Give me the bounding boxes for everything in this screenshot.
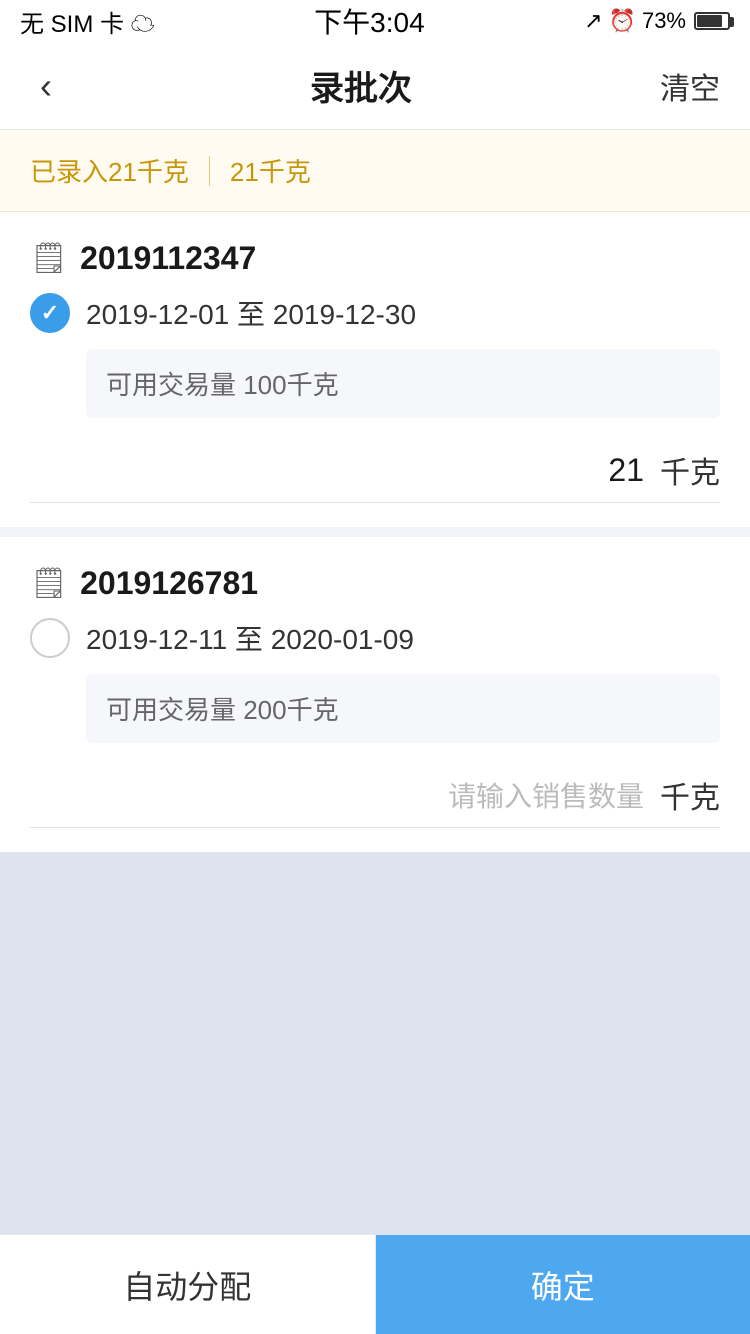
batch-item-1: 🗒 2019112347 2019-12-01 至 2019-12-30 可用交… xyxy=(0,212,750,527)
quantity-input-2[interactable] xyxy=(30,777,644,814)
batch-date-1: 2019-12-01 至 2019-12-30 xyxy=(86,293,416,333)
status-bar: 无 SIM 卡 ☁ 下午3:04 ↗ ⏰ 73% xyxy=(0,0,750,42)
unit-label-1: 千克 xyxy=(660,448,720,492)
clear-button[interactable]: 清空 xyxy=(660,64,720,108)
bottom-bar: 自动分配 确定 xyxy=(0,1234,750,1334)
batch-input-row-2[interactable]: 千克 xyxy=(30,763,720,828)
batch-item-2: 🗒 2019126781 2019-12-11 至 2020-01-09 可用交… xyxy=(0,527,750,852)
no-sim-text: 无 SIM 卡 ☁ xyxy=(20,4,155,39)
batch-header-2: 🗒 2019126781 xyxy=(30,565,720,602)
available-qty-1: 可用交易量 100千克 xyxy=(106,370,339,400)
doc-icon-1: 🗒 xyxy=(30,241,68,276)
batch-date-2: 2019-12-11 至 2020-01-09 xyxy=(86,618,414,658)
batch-id-1: 2019112347 xyxy=(80,240,256,277)
available-qty-2: 可用交易量 200千克 xyxy=(106,695,339,725)
gray-area xyxy=(0,852,750,1234)
location-icon: ↗ xyxy=(584,8,602,34)
back-button[interactable]: ‹ xyxy=(30,55,62,117)
batch-header-1: 🗒 2019112347 xyxy=(30,240,720,277)
status-time: 下午3:04 xyxy=(314,1,425,41)
radio-1[interactable] xyxy=(30,293,70,333)
nav-bar: ‹ 录批次 清空 xyxy=(0,42,750,130)
batch-date-row-2: 2019-12-11 至 2020-01-09 xyxy=(30,618,720,658)
quantity-input-1[interactable] xyxy=(30,452,644,489)
radio-2[interactable] xyxy=(30,618,70,658)
confirm-label: 确定 xyxy=(531,1262,595,1308)
page-title: 录批次 xyxy=(310,61,412,110)
battery-percent: 73% xyxy=(642,8,686,34)
batch-date-row-1: 2019-12-01 至 2019-12-30 xyxy=(30,293,720,333)
banner-divider xyxy=(209,156,210,186)
recorded-value: 21千克 xyxy=(230,152,311,189)
batch-input-row-1[interactable]: 千克 xyxy=(30,438,720,503)
batch-quantity-box-1: 可用交易量 100千克 xyxy=(86,349,720,418)
info-banner: 已录入21千克 21千克 xyxy=(0,130,750,212)
unit-label-2: 千克 xyxy=(660,773,720,817)
batch-quantity-box-2: 可用交易量 200千克 xyxy=(86,674,720,743)
alarm-icon: ⏰ xyxy=(609,8,636,34)
status-left: 无 SIM 卡 ☁ xyxy=(20,4,155,39)
recorded-label: 已录入21千克 xyxy=(30,152,189,189)
batch-id-2: 2019126781 xyxy=(80,565,258,602)
auto-distribute-label: 自动分配 xyxy=(123,1262,251,1308)
doc-icon-2: 🗒 xyxy=(30,566,68,601)
auto-distribute-button[interactable]: 自动分配 xyxy=(0,1235,376,1334)
confirm-button[interactable]: 确定 xyxy=(376,1235,750,1334)
status-right: ↗ ⏰ 73% xyxy=(584,8,730,34)
battery-icon xyxy=(694,12,730,30)
